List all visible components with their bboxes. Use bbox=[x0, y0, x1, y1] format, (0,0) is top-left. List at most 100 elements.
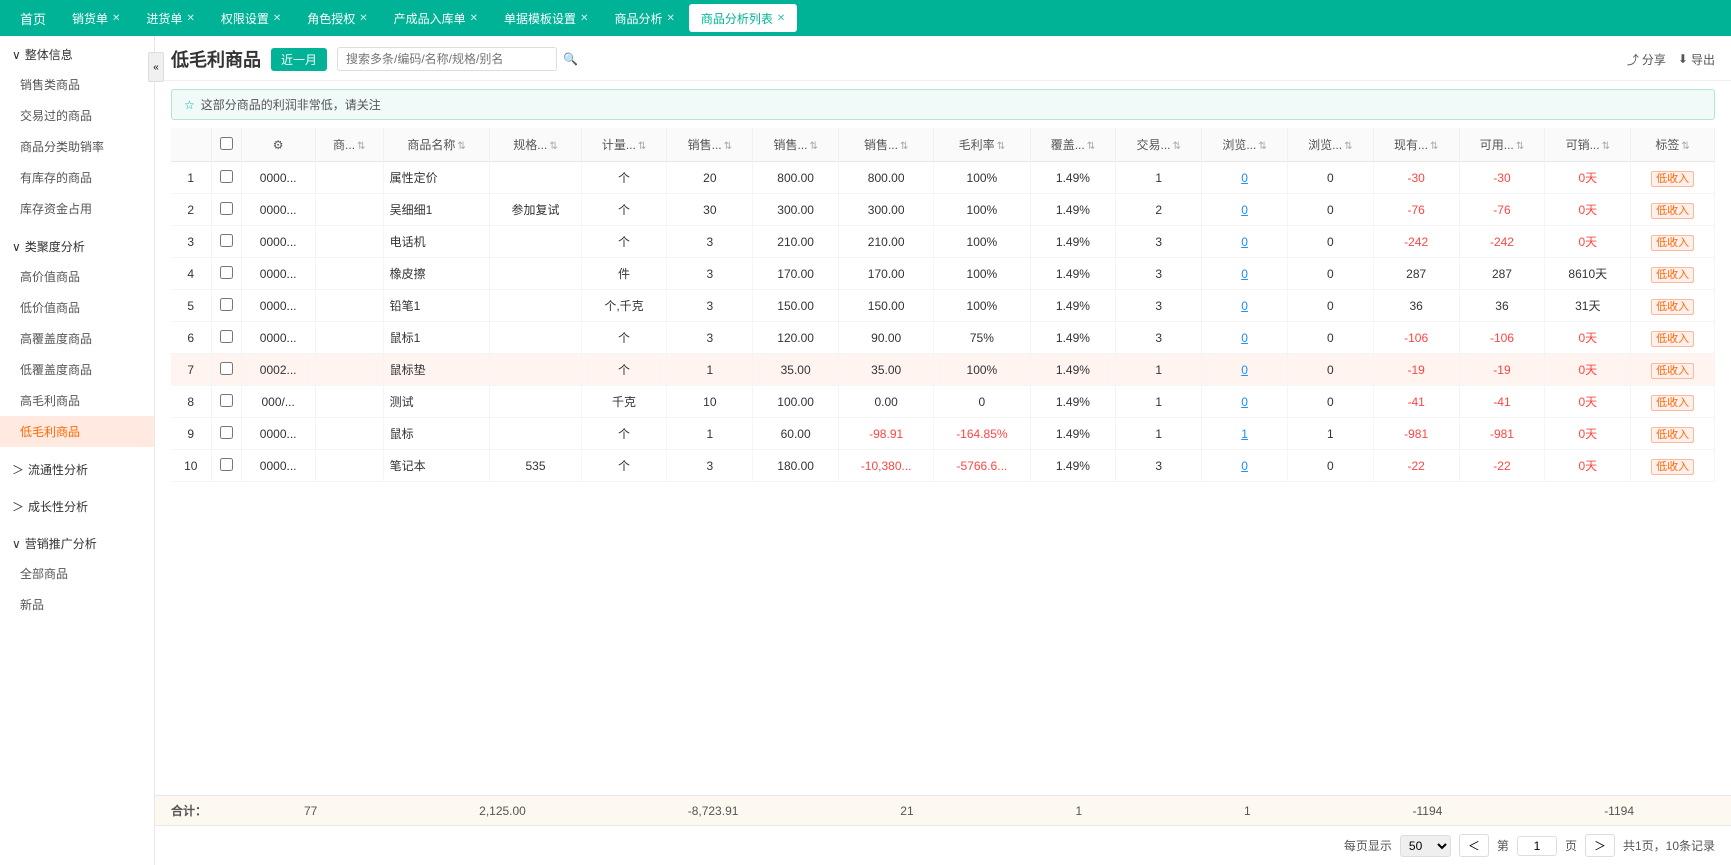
sidebar-item-low-margin[interactable]: 低毛利商品 bbox=[0, 416, 154, 447]
cell-browse1[interactable]: 1 bbox=[1202, 418, 1288, 450]
cell-browse1[interactable]: 0 bbox=[1202, 162, 1288, 194]
row-checkbox[interactable] bbox=[220, 426, 233, 439]
nav-product-analysis[interactable]: 商品分析 ✕ bbox=[602, 4, 686, 32]
sidebar-group-marketing: ∨ 营销推广分析 全部商品 新品 bbox=[0, 525, 154, 624]
th-unit[interactable]: 计量...⇅ bbox=[581, 128, 667, 162]
cell-check[interactable] bbox=[211, 450, 241, 482]
cell-tag: 低收入 bbox=[1631, 162, 1715, 194]
cell-check[interactable] bbox=[211, 290, 241, 322]
th-code[interactable]: 商...⇅ bbox=[315, 128, 383, 162]
sidebar-group-clustering-title[interactable]: ∨ 类聚度分析 bbox=[0, 232, 154, 261]
nav-home[interactable]: 首页 bbox=[8, 4, 58, 32]
sidebar-group-overall-title[interactable]: ∨ 整体信息 bbox=[0, 40, 154, 69]
cell-browse1[interactable]: 0 bbox=[1202, 386, 1288, 418]
period-button[interactable]: 近一月 bbox=[271, 48, 327, 71]
cell-current-stock: -981 bbox=[1373, 418, 1459, 450]
nav-templates[interactable]: 单据模板设置 ✕ bbox=[492, 4, 600, 32]
row-checkbox[interactable] bbox=[220, 362, 233, 375]
prev-page-btn[interactable]: ＜ bbox=[1459, 834, 1489, 857]
sidebar-item-new-products[interactable]: 新品 bbox=[0, 589, 154, 620]
row-checkbox[interactable] bbox=[220, 458, 233, 471]
nav-roles-close[interactable]: ✕ bbox=[359, 13, 367, 24]
th-name[interactable]: 商品名称⇅ bbox=[383, 128, 490, 162]
cell-browse1[interactable]: 0 bbox=[1202, 354, 1288, 386]
nav-products-close[interactable]: ✕ bbox=[470, 13, 478, 24]
page-size-select[interactable]: 50 100 200 bbox=[1400, 835, 1451, 857]
th-settings[interactable]: ⚙ bbox=[241, 128, 315, 162]
th-spec[interactable]: 规格...⇅ bbox=[490, 128, 581, 162]
nav-sales[interactable]: 销货单 ✕ bbox=[60, 4, 132, 32]
share-button[interactable]: ⤴ 分享 bbox=[1627, 51, 1666, 68]
nav-sales-close[interactable]: ✕ bbox=[112, 13, 120, 24]
cell-check[interactable] bbox=[211, 194, 241, 226]
row-checkbox[interactable] bbox=[220, 394, 233, 407]
cell-check[interactable] bbox=[211, 386, 241, 418]
cell-browse1[interactable]: 0 bbox=[1202, 194, 1288, 226]
sidebar-item-category-rate[interactable]: 商品分类助销率 bbox=[0, 131, 154, 162]
th-coverage[interactable]: 覆盖...⇅ bbox=[1030, 128, 1116, 162]
cell-name: 鼠标1 bbox=[383, 322, 490, 354]
cell-check[interactable] bbox=[211, 322, 241, 354]
nav-products[interactable]: 产成品入库单 ✕ bbox=[382, 4, 490, 32]
th-sales-qty[interactable]: 销售...⇅ bbox=[667, 128, 753, 162]
nav-purchase[interactable]: 进货单 ✕ bbox=[134, 4, 206, 32]
row-checkbox[interactable] bbox=[220, 170, 233, 183]
sidebar-group-circulation: ＞ 流通性分析 bbox=[0, 451, 154, 488]
nav-permissions[interactable]: 权限设置 ✕ bbox=[209, 4, 293, 32]
sidebar-group-growth-title[interactable]: ＞ 成长性分析 bbox=[0, 492, 154, 521]
th-current-stock[interactable]: 现有...⇅ bbox=[1373, 128, 1459, 162]
cell-browse1[interactable]: 0 bbox=[1202, 322, 1288, 354]
row-checkbox[interactable] bbox=[220, 330, 233, 343]
sidebar-item-low-value[interactable]: 低价值商品 bbox=[0, 292, 154, 323]
cell-check[interactable] bbox=[211, 226, 241, 258]
cell-check[interactable] bbox=[211, 418, 241, 450]
sidebar-item-high-coverage[interactable]: 高覆盖度商品 bbox=[0, 323, 154, 354]
th-saleable[interactable]: 可销...⇅ bbox=[1545, 128, 1631, 162]
nav-product-analysis-list-close[interactable]: ✕ bbox=[777, 13, 785, 24]
sidebar-item-all-products[interactable]: 全部商品 bbox=[0, 558, 154, 589]
th-sales-amount[interactable]: 销售...⇅ bbox=[753, 128, 839, 162]
th-transactions[interactable]: 交易...⇅ bbox=[1116, 128, 1202, 162]
cell-gross-rate: 100% bbox=[934, 162, 1030, 194]
sidebar-group-circulation-title[interactable]: ＞ 流通性分析 bbox=[0, 455, 154, 484]
th-sales-profit[interactable]: 销售...⇅ bbox=[839, 128, 934, 162]
export-button[interactable]: ⬇ 导出 bbox=[1678, 51, 1715, 68]
page-number-input[interactable] bbox=[1517, 836, 1557, 856]
sidebar-item-stock-funds[interactable]: 库存资金占用 bbox=[0, 193, 154, 224]
sidebar-group-marketing-title[interactable]: ∨ 营销推广分析 bbox=[0, 529, 154, 558]
row-checkbox[interactable] bbox=[220, 202, 233, 215]
th-browse2[interactable]: 浏览...⇅ bbox=[1287, 128, 1373, 162]
sidebar-collapse-btn[interactable]: « bbox=[155, 52, 164, 82]
next-page-btn[interactable]: ＞ bbox=[1585, 834, 1615, 857]
cell-check[interactable] bbox=[211, 162, 241, 194]
nav-permissions-close[interactable]: ✕ bbox=[273, 13, 281, 24]
row-checkbox[interactable] bbox=[220, 234, 233, 247]
cell-browse1[interactable]: 0 bbox=[1202, 226, 1288, 258]
cell-check[interactable] bbox=[211, 354, 241, 386]
sidebar-item-traded-products[interactable]: 交易过的商品 bbox=[0, 100, 154, 131]
sidebar-item-high-margin[interactable]: 高毛利商品 bbox=[0, 385, 154, 416]
cell-browse1[interactable]: 0 bbox=[1202, 258, 1288, 290]
th-tag[interactable]: 标签⇅ bbox=[1631, 128, 1715, 162]
nav-purchase-close[interactable]: ✕ bbox=[186, 13, 194, 24]
cell-check[interactable] bbox=[211, 258, 241, 290]
nav-roles[interactable]: 角色授权 ✕ bbox=[295, 4, 379, 32]
cell-browse1[interactable]: 0 bbox=[1202, 450, 1288, 482]
row-checkbox[interactable] bbox=[220, 298, 233, 311]
nav-product-analysis-list[interactable]: 商品分析列表 ✕ bbox=[689, 4, 797, 32]
cell-unit: 个 bbox=[581, 162, 667, 194]
th-available[interactable]: 可用...⇅ bbox=[1459, 128, 1545, 162]
th-browse1[interactable]: 浏览...⇅ bbox=[1202, 128, 1288, 162]
sidebar-item-high-value[interactable]: 高价值商品 bbox=[0, 261, 154, 292]
search-input[interactable] bbox=[337, 47, 557, 71]
sidebar-item-sales-products[interactable]: 销售类商品 bbox=[0, 69, 154, 100]
search-icon[interactable]: 🔍 bbox=[563, 52, 578, 66]
th-gross-rate[interactable]: 毛利率⇅ bbox=[934, 128, 1030, 162]
nav-templates-close[interactable]: ✕ bbox=[580, 13, 588, 24]
sidebar-item-low-coverage[interactable]: 低覆盖度商品 bbox=[0, 354, 154, 385]
cell-browse1[interactable]: 0 bbox=[1202, 290, 1288, 322]
row-checkbox[interactable] bbox=[220, 266, 233, 279]
nav-product-analysis-close[interactable]: ✕ bbox=[666, 13, 674, 24]
sidebar-item-stocked-products[interactable]: 有库存的商品 bbox=[0, 162, 154, 193]
select-all-checkbox[interactable] bbox=[220, 137, 233, 150]
